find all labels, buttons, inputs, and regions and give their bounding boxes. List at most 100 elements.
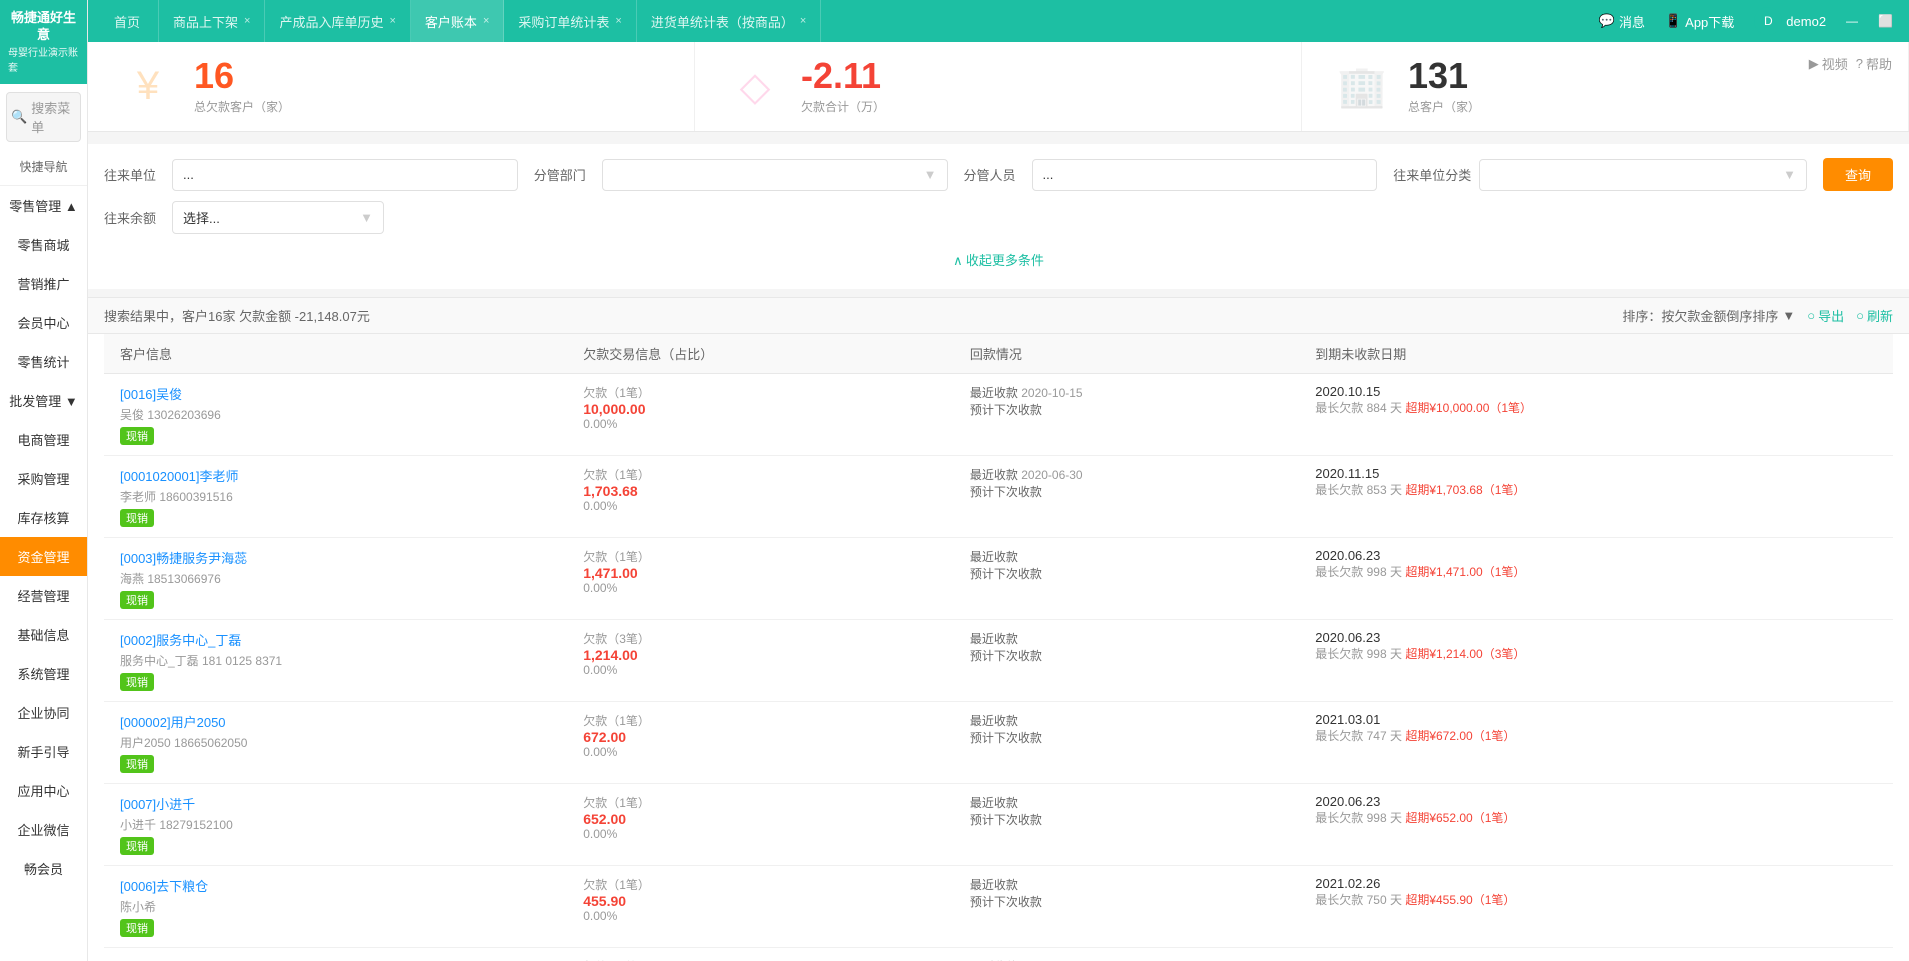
sidebar-item-retail-mgmt[interactable]: 零售管理 ▲ [0,186,87,225]
export-button[interactable]: ○ 导出 [1807,306,1844,325]
last-payment-label: 最近收款 [970,876,1283,893]
overdue-amount-link[interactable]: 超期¥1,703.68（1笔） [1405,483,1525,497]
sidebar-item-corp-wechat[interactable]: 企业微信 [0,810,87,849]
from-unit-dots: ... [183,167,194,182]
sidebar-item-ecom[interactable]: 电商管理 [0,420,87,459]
next-payment-label: 预计下次收款 [970,565,1283,582]
sidebar-item-purchase[interactable]: 采购管理 [0,459,87,498]
unit-category-select[interactable]: ▼ [1479,159,1807,191]
due-date: 2021.03.01 [1315,712,1877,727]
customer-name-link[interactable]: [0001020001]李老师 [120,469,239,484]
sidebar-item-ops[interactable]: 经营管理 [0,576,87,615]
debt-amount[interactable]: 1,214.00 [583,647,938,663]
sidebar-item-retail-stats[interactable]: 零售统计 [0,342,87,381]
overdue-days: 最长欠款 998 天 超期¥1,214.00（3笔） [1315,645,1877,662]
col-recovery: 回款情况 [954,334,1299,374]
customer-name-link[interactable]: [0016]吴俊 [120,387,182,402]
search-button[interactable]: 查询 [1823,158,1893,191]
manager-input[interactable]: ... [1032,159,1378,191]
sidebar-item-marketing[interactable]: 营销推广 [0,264,87,303]
window-minimize[interactable]: — [1838,10,1866,32]
sidebar-item-sys[interactable]: 系统管理 [0,654,87,693]
due-date-cell: 2020.10.15 最长欠款 884 天 超期¥10,000.00（1笔） [1299,374,1893,456]
overdue-amount-link[interactable]: 超期¥672.00（1笔） [1405,729,1515,743]
close-purchase-stats[interactable]: × [615,15,621,27]
col-due-date: 到期未收款日期 [1299,334,1893,374]
close-product-status[interactable]: × [244,15,250,27]
sidebar-item-batch-mgmt[interactable]: 批发管理 ▼ [0,381,87,420]
table-row: [000001]黄思源 黄思源 13552700226 现销 欠款（1笔） 42… [104,948,1893,961]
retail-stats-label: 零售统计 [17,352,69,371]
customer-tag: 现销 [120,755,154,773]
capital-label: 资金管理 [17,547,69,566]
customer-name-link[interactable]: [000002]用户2050 [120,715,226,730]
customer-phone: 吴俊 13026203696 [120,406,551,423]
debt-amount[interactable]: 652.00 [583,811,938,827]
tab-customer-account[interactable]: 客户账本 × [411,0,504,42]
refresh-icon: ○ [1856,308,1864,323]
last-payment-label: 最近收款 [970,548,1283,565]
col-debt-info: 欠款交易信息（占比） [567,334,954,374]
customer-name-link[interactable]: [0002]服务中心_丁磊 [120,633,241,648]
sidebar-item-member-center[interactable]: 会员中心 [0,303,87,342]
debt-percent: 0.00% [583,909,938,923]
debt-info-cell: 欠款（1笔） 455.90 0.00% [567,866,954,948]
tab-product-status[interactable]: 商品上下架 × [159,0,265,42]
sort-dropdown[interactable]: 排序：按欠款金额倒序排序 ▼ [1622,306,1795,325]
due-date: 2020.11.15 [1315,466,1877,481]
overdue-amount-link[interactable]: 超期¥652.00（1笔） [1405,811,1515,825]
debt-amount[interactable]: 455.90 [583,893,938,909]
from-unit-input[interactable]: ... [172,159,518,191]
refresh-button[interactable]: ○ 刷新 [1856,306,1893,325]
tab-home[interactable]: 首页 [96,0,159,42]
close-customer-account[interactable]: × [483,15,489,27]
app-download-button[interactable]: 📱 App下载 [1657,8,1742,35]
overdue-amount-link[interactable]: 超期¥1,214.00（3笔） [1405,647,1525,661]
tab-purchase-stats[interactable]: 采购订单统计表 × [504,0,636,42]
sidebar-logo[interactable]: 畅捷通好生意 母婴行业演示账套 [0,0,87,84]
last-payment-label: 最近收款 [970,794,1283,811]
collapse-more-button[interactable]: ∧ 收起更多条件 [104,244,1893,275]
sidebar-item-enterprise[interactable]: 企业协同 [0,693,87,732]
overdue-amount-link[interactable]: 超期¥455.90（1笔） [1405,893,1515,907]
search-menu-button[interactable]: 🔍 搜索菜单 [6,92,81,142]
close-inventory-stats[interactable]: × [800,15,806,27]
debt-amount[interactable]: 1,471.00 [583,565,938,581]
sidebar-item-quick-nav[interactable]: 快捷导航 [0,150,87,186]
user-menu[interactable]: D demo2 [1746,3,1834,39]
overdue-amount-link[interactable]: 超期¥10,000.00（1笔） [1405,401,1532,415]
overdue-amount-link[interactable]: 超期¥1,471.00（1笔） [1405,565,1525,579]
customer-name-link[interactable]: [0003]畅捷服务尹海蕊 [120,551,247,566]
sidebar-item-guide[interactable]: 新手引导 [0,732,87,771]
window-maximize[interactable]: ⬜ [1870,10,1901,32]
sidebar-item-capital[interactable]: 资金管理 [0,537,87,576]
message-button[interactable]: 💬 消息 [1591,8,1653,35]
help-button[interactable]: ? 帮助 [1856,54,1892,73]
tab-inventory-stats[interactable]: 进货单统计表（按商品） × [637,0,821,42]
main-content: 首页 商品上下架 × 产成品入库单历史 × 客户账本 × 采购订单统计表 × 进… [88,0,1909,961]
video-button[interactable]: ▶ 视频 [1809,54,1848,73]
dept-select[interactable]: ▼ [602,159,948,191]
debt-amount[interactable]: 1,703.68 [583,483,938,499]
sidebar-item-inventory[interactable]: 库存核算 [0,498,87,537]
vip-label: 畅会员 [24,859,63,878]
overdue-days: 最长欠款 998 天 超期¥1,471.00（1笔） [1315,563,1877,580]
sidebar-item-app-center[interactable]: 应用中心 [0,771,87,810]
close-product-history[interactable]: × [389,15,395,27]
customer-name-link[interactable]: [0007]小进千 [120,797,195,812]
debt-count: 欠款（3笔） [583,630,938,647]
filter-manager: 分管人员 ... [964,159,1378,191]
customer-phone: 用户2050 18665062050 [120,734,551,751]
sidebar-item-retail-mall[interactable]: 零售商城 [0,225,87,264]
debt-amount[interactable]: 10,000.00 [583,401,938,417]
remaining-select[interactable]: 选择... ▼ [172,201,384,234]
sidebar-item-basic-info[interactable]: 基础信息 [0,615,87,654]
retail-mgmt-label: 零售管理 ▲ [9,196,77,215]
tab-product-history[interactable]: 产成品入库单历史 × [265,0,410,42]
sidebar-item-vip[interactable]: 畅会员 [0,849,87,888]
customer-name-link[interactable]: [0006]去下粮仓 [120,879,208,894]
recovery-cell: 最近收款 2020-06-30 预计下次收款 [954,456,1299,538]
sidebar-logo-text: 畅捷通好生意 [8,10,79,44]
debt-amount[interactable]: 672.00 [583,729,938,745]
customer-info-cell: [0016]吴俊 吴俊 13026203696 现销 [104,374,567,456]
